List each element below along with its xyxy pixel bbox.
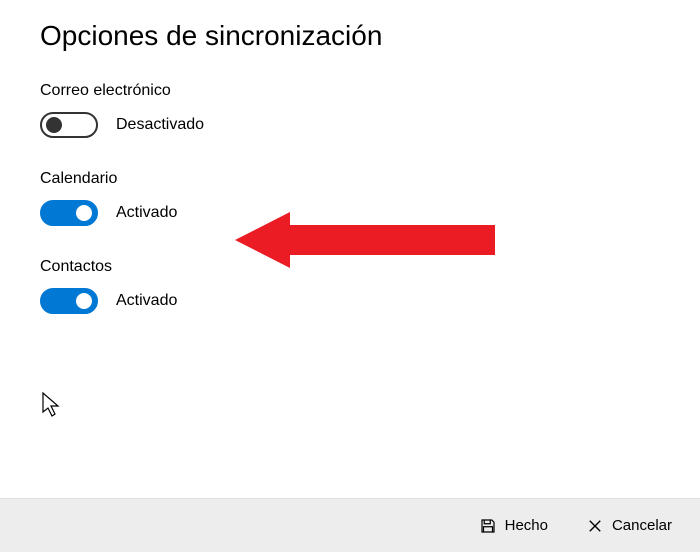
calendar-toggle[interactable] [40,200,98,226]
section-contacts: Contactos Activado [40,258,660,314]
calendar-label: Calendario [40,170,660,188]
email-toggle[interactable] [40,112,98,138]
section-email: Correo electrónico Desactivado [40,82,660,138]
email-toggle-state: Desactivado [116,116,204,134]
toggle-knob [46,117,62,133]
email-label: Correo electrónico [40,82,660,100]
done-button-label: Hecho [505,517,548,534]
contacts-label: Contactos [40,258,660,276]
cursor-icon [42,392,62,418]
contacts-toggle[interactable] [40,288,98,314]
close-icon [586,517,604,535]
toggle-knob [76,293,92,309]
section-calendar: Calendario Activado [40,170,660,226]
done-button[interactable]: Hecho [469,511,558,541]
calendar-toggle-state: Activado [116,204,177,222]
cancel-button-label: Cancelar [612,517,672,534]
cancel-button[interactable]: Cancelar [576,511,682,541]
save-icon [479,517,497,535]
contacts-toggle-state: Activado [116,292,177,310]
page-title: Opciones de sincronización [40,20,660,52]
toggle-knob [76,205,92,221]
bottom-bar: Hecho Cancelar [0,498,700,552]
